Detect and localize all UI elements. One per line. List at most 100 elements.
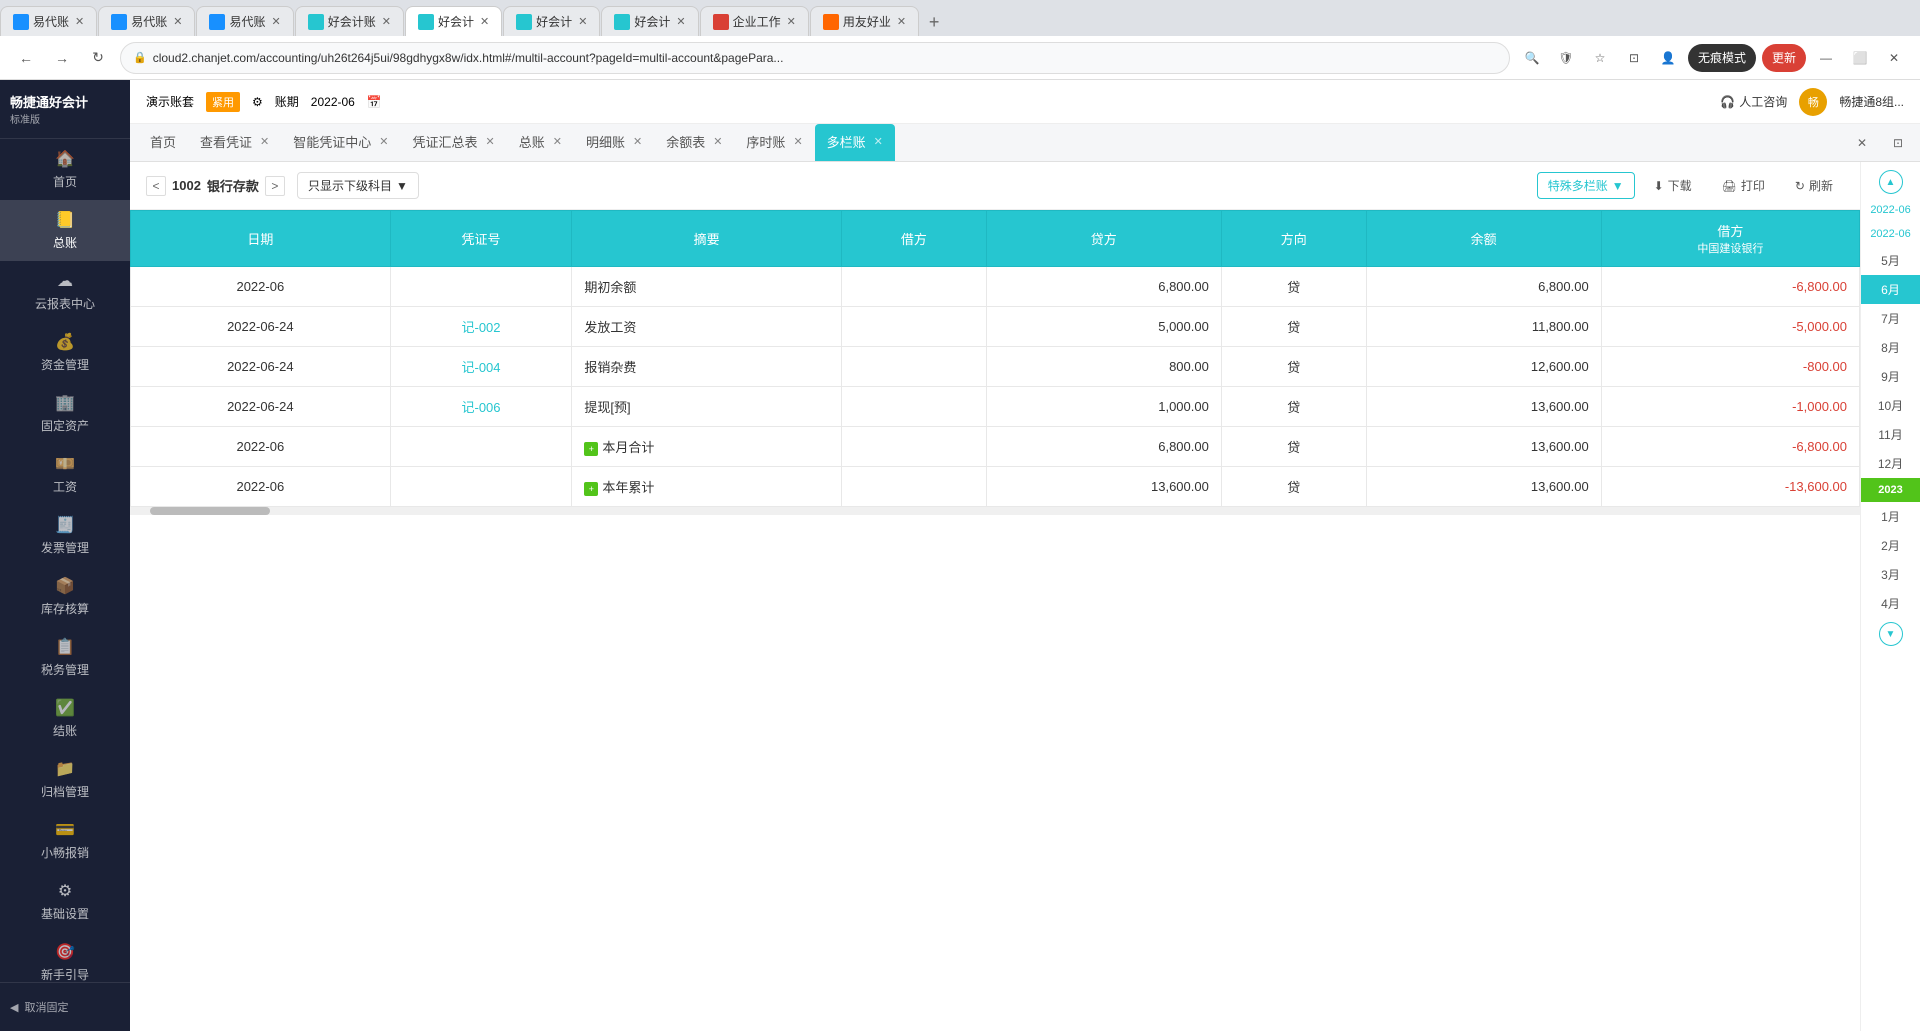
page-tab-6[interactable]: 余额表✕ bbox=[654, 124, 734, 161]
forward-button[interactable]: → bbox=[48, 44, 76, 72]
sidebar-item-归档管理[interactable]: 📁 归档管理 bbox=[0, 749, 130, 810]
address-bar[interactable]: 🔒 cloud2.chanjet.com/accounting/uh26t264… bbox=[120, 42, 1510, 74]
tab-collapse-icon[interactable]: ✕ bbox=[1848, 129, 1876, 157]
date-nav-month-6[interactable]: 11月 bbox=[1861, 420, 1920, 449]
add-tab-button[interactable]: + bbox=[920, 8, 948, 36]
scrollbar-track[interactable] bbox=[130, 507, 1860, 515]
page-tab-close-8[interactable]: ✕ bbox=[874, 135, 883, 148]
sidebar-item-发票管理[interactable]: 🧾 发票管理 bbox=[0, 505, 130, 566]
page-tab-4[interactable]: 总账✕ bbox=[507, 124, 574, 161]
ledger-table-wrap[interactable]: 日期 凭证号 摘要 借方 贷方 方向 余额 借方 中国建设银行 bbox=[130, 210, 1860, 1031]
tab-expand-icon[interactable]: ⊡ bbox=[1884, 129, 1912, 157]
browser-tab-6[interactable]: 好会计✕ bbox=[601, 6, 698, 36]
sidebar-item-结账[interactable]: ✅ 结账 bbox=[0, 688, 130, 749]
tab-close-0[interactable]: ✕ bbox=[75, 15, 84, 28]
reload-button[interactable]: ↻ bbox=[84, 44, 112, 72]
profile-icon[interactable]: 👤 bbox=[1654, 44, 1682, 72]
date-nav-month-7[interactable]: 12月 bbox=[1861, 449, 1920, 478]
search-icon[interactable]: 🔍 bbox=[1518, 44, 1546, 72]
date-nav-header-0[interactable]: 2022-06 bbox=[1861, 198, 1920, 222]
sidebar-item-资金管理[interactable]: 💰 资金管理 bbox=[0, 322, 130, 383]
sidebar-item-基础设置[interactable]: ⚙ 基础设置 bbox=[0, 871, 130, 932]
date-nav-month-0[interactable]: 5月 bbox=[1861, 246, 1920, 275]
browser-tab-1[interactable]: 易代账✕ bbox=[98, 6, 195, 36]
date-nav-scroll-up[interactable]: ▲ bbox=[1879, 170, 1903, 194]
date-nav-header-1[interactable]: 2022-06 bbox=[1861, 222, 1920, 246]
print-button[interactable]: 🖨 打印 bbox=[1711, 172, 1776, 199]
help-button[interactable]: 🎧 人工咨询 bbox=[1720, 93, 1787, 110]
date-nav-month-1[interactable]: 6月 bbox=[1861, 275, 1920, 304]
browser-tab-2[interactable]: 易代账✕ bbox=[196, 6, 293, 36]
date-nav-scroll-down[interactable]: ▼ bbox=[1879, 622, 1903, 646]
tab-close-7[interactable]: ✕ bbox=[787, 15, 796, 28]
tab-close-2[interactable]: ✕ bbox=[271, 15, 280, 28]
sidebar-item-云报表中心[interactable]: ☁ 云报表中心 bbox=[0, 261, 130, 322]
tab-close-3[interactable]: ✕ bbox=[382, 15, 391, 28]
sidebar-item-新手引导[interactable]: 🎯 新手引导 bbox=[0, 932, 130, 982]
tab-close-6[interactable]: ✕ bbox=[676, 15, 685, 28]
sidebar-item-小畅报销[interactable]: 💳 小畅报销 bbox=[0, 810, 130, 871]
date-nav-month-2[interactable]: 7月 bbox=[1861, 304, 1920, 333]
sidebar-item-工资[interactable]: 💴 工资 bbox=[0, 444, 130, 505]
sidebar-item-税务管理[interactable]: 📋 税务管理 bbox=[0, 627, 130, 688]
maximize-icon[interactable]: ⬜ bbox=[1846, 44, 1874, 72]
page-tab-close-6[interactable]: ✕ bbox=[713, 135, 722, 148]
scrollbar-thumb[interactable] bbox=[150, 507, 270, 515]
cell-voucher-2[interactable]: 记-004 bbox=[390, 347, 572, 387]
unpin-button[interactable]: ◀ 取消固定 bbox=[6, 993, 124, 1021]
update-button[interactable]: 更新 bbox=[1762, 44, 1806, 72]
settings-icon[interactable]: ⚙ bbox=[252, 95, 263, 109]
browser-tab-8[interactable]: 用友好业✕ bbox=[810, 6, 919, 36]
date-nav-month-4[interactable]: 9月 bbox=[1861, 362, 1920, 391]
page-tab-7[interactable]: 序时账✕ bbox=[734, 124, 814, 161]
tab-close-5[interactable]: ✕ bbox=[578, 15, 587, 28]
screen-extend-icon[interactable]: ⊡ bbox=[1620, 44, 1648, 72]
cell-voucher-1[interactable]: 记-002 bbox=[390, 307, 572, 347]
date-nav-month-12[interactable]: 4月 bbox=[1861, 589, 1920, 618]
refresh-button[interactable]: ↻ 刷新 bbox=[1784, 172, 1844, 199]
page-tab-2[interactable]: 智能凭证中心✕ bbox=[281, 124, 400, 161]
multi-col-button[interactable]: 特殊多栏账 ▼ bbox=[1537, 172, 1635, 199]
shield-icon[interactable]: 🛡 bbox=[1552, 44, 1580, 72]
page-tab-0[interactable]: 首页 bbox=[138, 124, 188, 161]
voucher-link-3[interactable]: 记-006 bbox=[461, 400, 500, 415]
browser-tab-3[interactable]: 好会计账✕ bbox=[295, 6, 404, 36]
page-tab-3[interactable]: 凭证汇总表✕ bbox=[400, 124, 506, 161]
date-nav-month-3[interactable]: 8月 bbox=[1861, 333, 1920, 362]
star-icon[interactable]: ☆ bbox=[1586, 44, 1614, 72]
tab-close-1[interactable]: ✕ bbox=[173, 15, 182, 28]
download-button[interactable]: ⬇ 下载 bbox=[1643, 172, 1703, 199]
date-nav-month-8[interactable]: 2023 bbox=[1861, 478, 1920, 502]
page-tab-5[interactable]: 明细账✕ bbox=[574, 124, 654, 161]
calendar-icon[interactable]: 📅 bbox=[367, 95, 382, 109]
browser-tab-7[interactable]: 企业工作✕ bbox=[700, 6, 809, 36]
tab-close-4[interactable]: ✕ bbox=[480, 15, 489, 28]
prev-account-button[interactable]: < bbox=[146, 176, 166, 196]
sidebar-item-总账[interactable]: 📒 总账 bbox=[0, 200, 130, 261]
filter-dropdown[interactable]: 只显示下级科目 ▼ bbox=[297, 172, 419, 199]
wuhen-mode[interactable]: 无痕模式 bbox=[1688, 44, 1756, 72]
page-tab-close-1[interactable]: ✕ bbox=[260, 135, 269, 148]
browser-tab-5[interactable]: 好会计✕ bbox=[503, 6, 600, 36]
page-tab-8[interactable]: 多栏账✕ bbox=[815, 124, 895, 161]
cell-voucher-3[interactable]: 记-006 bbox=[390, 387, 572, 427]
tab-close-8[interactable]: ✕ bbox=[897, 15, 906, 28]
back-button[interactable]: ← bbox=[12, 44, 40, 72]
date-nav-month-11[interactable]: 3月 bbox=[1861, 560, 1920, 589]
voucher-link-2[interactable]: 记-004 bbox=[461, 360, 500, 375]
date-nav-month-9[interactable]: 1月 bbox=[1861, 502, 1920, 531]
date-nav-month-5[interactable]: 10月 bbox=[1861, 391, 1920, 420]
sidebar-item-首页[interactable]: 🏠 首页 bbox=[0, 139, 130, 200]
page-tab-1[interactable]: 查看凭证✕ bbox=[188, 124, 281, 161]
page-tab-close-4[interactable]: ✕ bbox=[553, 135, 562, 148]
close-icon[interactable]: ✕ bbox=[1880, 44, 1908, 72]
date-nav-month-10[interactable]: 2月 bbox=[1861, 531, 1920, 560]
page-tab-close-3[interactable]: ✕ bbox=[486, 135, 495, 148]
sidebar-item-固定资产[interactable]: 🏢 固定资产 bbox=[0, 383, 130, 444]
page-tab-close-5[interactable]: ✕ bbox=[633, 135, 642, 148]
page-tab-close-7[interactable]: ✕ bbox=[793, 135, 802, 148]
browser-tab-4[interactable]: 好会计✕ bbox=[405, 6, 502, 36]
voucher-link-1[interactable]: 记-002 bbox=[461, 320, 500, 335]
page-tab-close-2[interactable]: ✕ bbox=[379, 135, 388, 148]
minimize-icon[interactable]: — bbox=[1812, 44, 1840, 72]
